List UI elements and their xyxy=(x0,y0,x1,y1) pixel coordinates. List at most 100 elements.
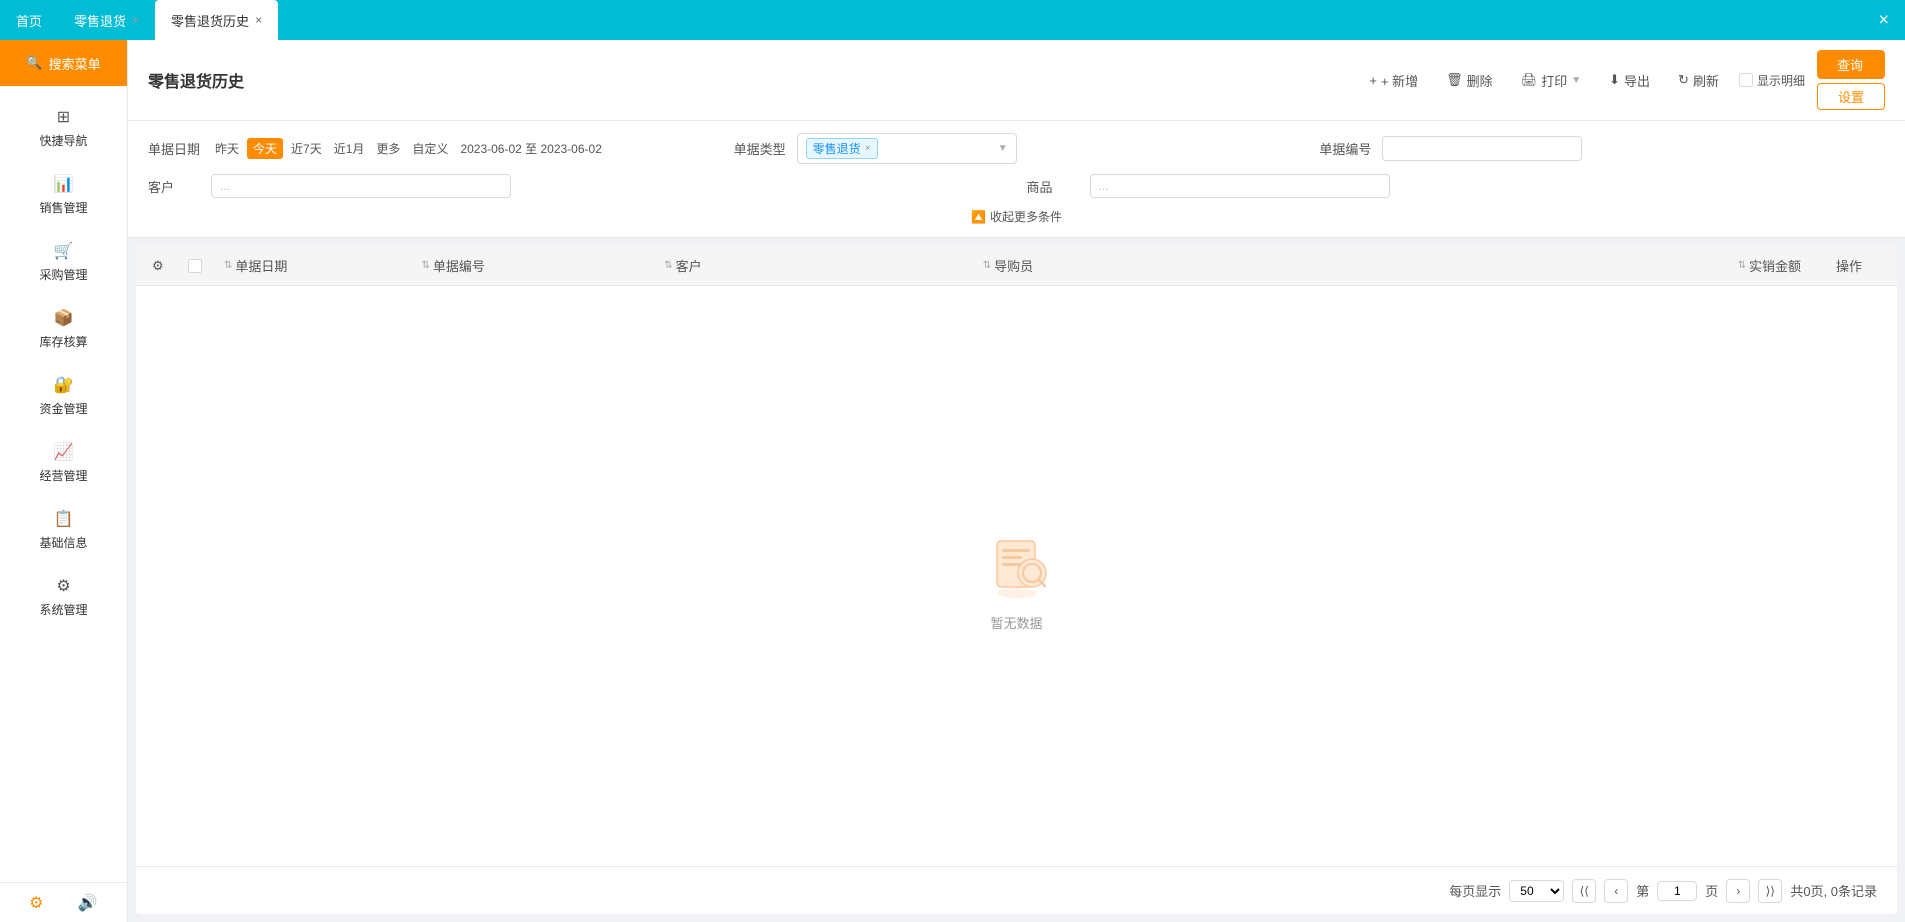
collapse-label: 收起更多条件 xyxy=(990,208,1062,225)
filter-doctype-item: 单据类型 零售退货 × ▼ xyxy=(734,133,1300,164)
sidebar-item-system[interactable]: ⚙ 系统管理 xyxy=(0,563,127,630)
tab-home[interactable]: 首页 xyxy=(0,0,58,40)
th-num-sort-icon[interactable]: ⇅ xyxy=(421,260,429,271)
sidebar-item-base-info[interactable]: 📋 基础信息 xyxy=(0,496,127,563)
filter-date-label: 单据日期 xyxy=(148,139,203,158)
top-bar: 首页 零售退货 × 零售退货历史 × × xyxy=(0,0,1905,40)
sidebar-item-sales-mgmt[interactable]: 📊 销售管理 xyxy=(0,161,127,228)
doctype-tag-close[interactable]: × xyxy=(865,143,871,154)
th-amount-sort-icon[interactable]: ⇅ xyxy=(1738,260,1746,271)
pagination-page-unit: 页 xyxy=(1705,881,1718,900)
tab-retail-return-history-close[interactable]: × xyxy=(255,13,262,27)
export-button[interactable]: ⬇ 导出 xyxy=(1601,67,1658,94)
sidebar-item-operations[interactable]: 📈 经营管理 xyxy=(0,429,127,496)
pagination-prev-button[interactable]: ‹ xyxy=(1604,879,1628,903)
query-button[interactable]: 查询 xyxy=(1817,50,1885,79)
tab-retail-return[interactable]: 零售退货 × xyxy=(58,0,155,40)
sidebar-item-purchase-label: 采购管理 xyxy=(39,266,87,283)
window-close-button[interactable]: × xyxy=(1878,10,1889,31)
th-num: ⇅ 单据编号 xyxy=(413,256,656,275)
filter-goods-select[interactable]: ... xyxy=(1090,174,1390,198)
quick-nav-icon: ⊞ xyxy=(53,106,75,128)
settings-button[interactable]: 设置 xyxy=(1817,83,1885,110)
th-customer-sort-icon[interactable]: ⇅ xyxy=(664,260,672,271)
date-btn-today[interactable]: 今天 xyxy=(247,138,283,159)
th-date-sort-icon[interactable]: ⇅ xyxy=(224,260,232,271)
filter-customer-select[interactable]: ... xyxy=(211,174,511,198)
filter-customer-item: 客户 ... xyxy=(148,174,1007,198)
date-btn-1month[interactable]: 近1月 xyxy=(330,138,369,159)
export-button-label: 导出 xyxy=(1624,71,1650,90)
date-btn-custom[interactable]: 自定义 xyxy=(408,138,452,159)
filter-goods-item: 商品 ... xyxy=(1027,174,1886,198)
show-detail-checkbox[interactable] xyxy=(1739,73,1753,87)
show-detail-toggle[interactable]: 显示明细 xyxy=(1739,72,1805,89)
tab-home-label: 首页 xyxy=(16,11,42,30)
collapse-button[interactable]: 🔼 收起更多条件 xyxy=(971,208,1062,225)
print-dropdown-icon: ▼ xyxy=(1571,75,1581,86)
sidebar-search[interactable]: 🔍 搜索菜单 xyxy=(0,40,127,86)
date-btn-more[interactable]: 更多 xyxy=(372,138,404,159)
sidebar-item-finance-label: 资金管理 xyxy=(39,400,87,417)
delete-button[interactable]: 🗑 删除 xyxy=(1438,67,1501,94)
pagination-page-input[interactable] xyxy=(1657,881,1697,901)
table-settings-icon[interactable]: ⚙ xyxy=(152,258,164,274)
sidebar-search-label: 搜索菜单 xyxy=(49,54,101,73)
th-settings[interactable]: ⚙ xyxy=(144,258,180,274)
filter-customer-label: 客户 xyxy=(148,177,203,196)
filter-docnum-input[interactable] xyxy=(1382,136,1582,161)
table-select-all-checkbox[interactable] xyxy=(188,259,202,273)
settings-button-label: 设置 xyxy=(1838,87,1864,106)
filter-docnum-item: 单据编号 xyxy=(1319,136,1885,161)
sidebar-item-quick-nav[interactable]: ⊞ 快捷导航 xyxy=(0,94,127,161)
filter-date-item: 单据日期 昨天 今天 近7天 近1月 更多 自定义 2023-06-02 至 2… xyxy=(148,138,714,159)
system-icon: ⚙ xyxy=(53,575,75,597)
sidebar-item-purchase-mgmt[interactable]: 🛒 采购管理 xyxy=(0,228,127,295)
pagination-per-page-label: 每页显示 xyxy=(1449,881,1501,900)
tab-retail-return-history[interactable]: 零售退货历史 × xyxy=(155,0,278,40)
table-header: ⚙ ⇅ 单据日期 ⇅ 单据编号 ⇅ 客户 ⇅ xyxy=(136,246,1897,286)
pagination-next-button[interactable]: › xyxy=(1726,879,1750,903)
pagination-last-button[interactable]: ⟩⟩ xyxy=(1758,879,1782,903)
delete-button-label: 删除 xyxy=(1467,71,1493,90)
sidebar-item-sales-label: 销售管理 xyxy=(39,199,87,216)
sidebar-audio-icon[interactable]: 🔊 xyxy=(78,893,98,913)
pagination-first-button[interactable]: ⟨⟨ xyxy=(1572,879,1596,903)
date-btn-7days[interactable]: 近7天 xyxy=(287,138,326,159)
th-checkbox[interactable] xyxy=(180,259,216,273)
finance-icon: 🔐 xyxy=(53,374,75,396)
filter-row-2: 客户 ... 商品 ... xyxy=(148,174,1885,198)
tab-retail-return-close[interactable]: × xyxy=(132,13,139,27)
th-action-label: 操作 xyxy=(1836,256,1862,275)
pagination-page-size-select[interactable]: 50 10 20 100 xyxy=(1509,880,1564,902)
sidebar-item-finance[interactable]: 🔐 资金管理 xyxy=(0,362,127,429)
empty-text: 暂无数据 xyxy=(990,613,1042,632)
doctype-select-dropdown-icon: ▼ xyxy=(998,143,1008,154)
sidebar-bottom: ⚙ 🔊 xyxy=(0,882,127,922)
th-date-label: 单据日期 xyxy=(235,256,287,275)
pagination-total-label: 共0页, 0条记录 xyxy=(1790,881,1877,900)
th-action: 操作 xyxy=(1809,256,1889,275)
filter-date-range: 2023-06-02 至 2023-06-02 xyxy=(460,140,601,157)
table-body: 暂无数据 xyxy=(136,286,1897,866)
sidebar-item-inventory[interactable]: 📦 库存核算 xyxy=(0,295,127,362)
print-icon: 🖨 xyxy=(1521,72,1538,88)
sidebar-settings-icon[interactable]: ⚙ xyxy=(29,893,43,913)
doctype-tag: 零售退货 × xyxy=(806,138,878,159)
filter-date-group: 昨天 今天 近7天 近1月 更多 自定义 xyxy=(211,138,452,159)
inventory-icon: 📦 xyxy=(53,307,75,329)
filter-doctype-select[interactable]: 零售退货 × ▼ xyxy=(797,133,1017,164)
new-icon: + xyxy=(1369,73,1377,88)
th-customer: ⇅ 客户 xyxy=(656,256,974,275)
refresh-icon: ↻ xyxy=(1678,72,1689,88)
print-button[interactable]: 🖨 打印 ▼ xyxy=(1513,67,1589,94)
th-guide-sort-icon[interactable]: ⇅ xyxy=(983,260,991,271)
query-settings-group: 查询 设置 xyxy=(1817,50,1885,110)
main-layout: 🔍 搜索菜单 ⊞ 快捷导航 📊 销售管理 🛒 采购管理 📦 库存核算 🔐 xyxy=(0,40,1905,922)
date-btn-yesterday[interactable]: 昨天 xyxy=(211,138,243,159)
th-amount-label: 实销金额 xyxy=(1749,256,1801,275)
new-button[interactable]: + + 新增 xyxy=(1361,67,1426,94)
purchase-icon: 🛒 xyxy=(53,240,75,262)
refresh-button[interactable]: ↻ 刷新 xyxy=(1670,67,1727,94)
sidebar-item-operations-label: 经营管理 xyxy=(39,467,87,484)
